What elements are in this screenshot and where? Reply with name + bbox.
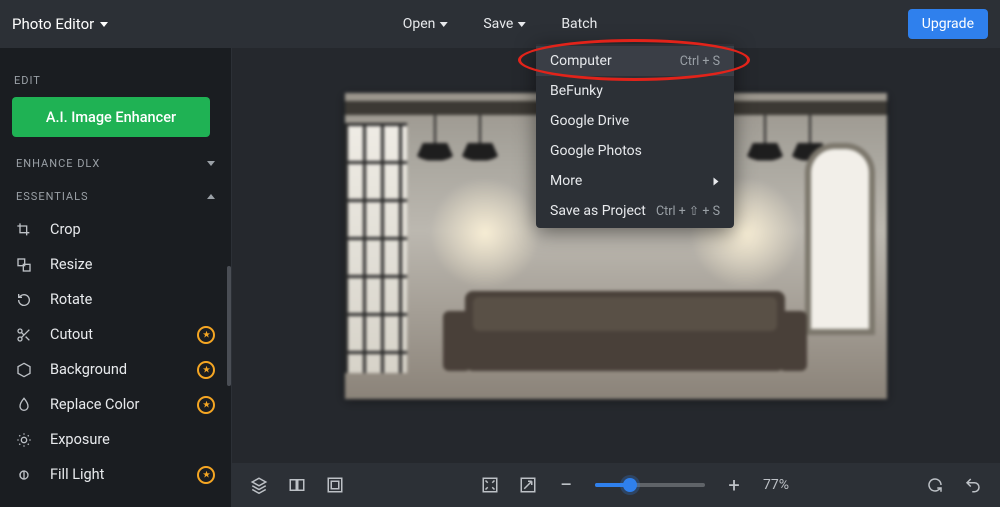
tool-crop-label: Crop — [50, 221, 81, 238]
app-title-text: Photo Editor — [12, 15, 94, 33]
upgrade-button[interactable]: Upgrade — [908, 9, 988, 39]
crop-icon — [16, 222, 36, 238]
half-sun-icon — [16, 467, 36, 483]
section-essentials-label: ESSENTIALS — [16, 190, 89, 203]
premium-star-icon — [197, 326, 215, 344]
scissors-icon — [16, 327, 36, 343]
edit-label: EDIT — [14, 74, 217, 87]
app-title-dropdown[interactable]: Photo Editor — [12, 15, 108, 33]
menu-batch[interactable]: Batch — [561, 16, 597, 32]
tool-resize[interactable]: Resize — [10, 248, 221, 281]
menu-batch-label: Batch — [561, 16, 597, 32]
save-more[interactable]: More — [536, 166, 734, 196]
save-as-project[interactable]: Save as Project Ctrl + ⇧ + S — [536, 196, 734, 226]
sidebar-scrollbar[interactable] — [227, 266, 231, 386]
tool-crop[interactable]: Crop — [10, 213, 221, 246]
section-enhance-label: ENHANCE DLX — [16, 157, 100, 170]
save-computer-label: Computer — [550, 53, 612, 69]
tool-exposure-label: Exposure — [50, 431, 110, 448]
tool-rotate[interactable]: Rotate — [10, 283, 221, 316]
background-icon — [16, 362, 36, 378]
save-gphotos[interactable]: Google Photos — [536, 136, 734, 166]
grid-icon[interactable] — [326, 476, 344, 494]
zoom-slider-thumb[interactable] — [623, 478, 637, 492]
save-as-project-label: Save as Project — [550, 203, 646, 219]
chevron-down-icon — [517, 22, 525, 27]
undo-icon[interactable] — [964, 476, 982, 494]
save-computer[interactable]: Computer Ctrl + S — [536, 46, 734, 76]
resize-icon — [16, 257, 36, 273]
tools-list: Crop Resize Rotate Cutout Background Rep… — [10, 213, 221, 491]
save-befunky[interactable]: BeFunky — [536, 76, 734, 106]
chevron-right-icon — [714, 177, 719, 185]
chevron-down-icon — [207, 161, 215, 166]
save-befunky-label: BeFunky — [550, 83, 603, 99]
zoom-percent: 77% — [763, 477, 789, 493]
zoom-in-button[interactable]: + — [725, 476, 743, 494]
ai-image-enhancer-button[interactable]: A.I. Image Enhancer — [12, 97, 210, 137]
top-bar: Photo Editor Open Save Batch Upgrade — [0, 0, 1000, 48]
save-more-label: More — [550, 173, 582, 189]
menu-save[interactable]: Save — [483, 16, 525, 32]
tool-rotate-label: Rotate — [50, 291, 92, 308]
tool-fill-light[interactable]: Fill Light — [10, 458, 221, 491]
top-menu: Open Save Batch — [403, 16, 598, 32]
save-gdrive-label: Google Drive — [550, 113, 629, 129]
tool-exposure[interactable]: Exposure — [10, 423, 221, 456]
section-essentials[interactable]: ESSENTIALS — [10, 180, 221, 213]
save-as-project-shortcut: Ctrl + ⇧ + S — [656, 203, 720, 219]
sidebar: EDIT A.I. Image Enhancer ENHANCE DLX ESS… — [0, 48, 232, 507]
rotate-icon — [16, 292, 36, 308]
zoom-out-button[interactable]: − — [557, 476, 575, 494]
tool-background-label: Background — [50, 361, 127, 378]
premium-star-icon — [197, 361, 215, 379]
tool-replace-color-label: Replace Color — [50, 396, 139, 413]
zoom-slider[interactable] — [595, 483, 705, 487]
chevron-down-icon — [100, 22, 108, 27]
save-dropdown: Computer Ctrl + S BeFunky Google Drive G… — [536, 44, 734, 228]
tool-background[interactable]: Background — [10, 353, 221, 386]
menu-open[interactable]: Open — [403, 16, 448, 32]
layers-icon[interactable] — [250, 476, 268, 494]
menu-save-label: Save — [483, 16, 513, 32]
fullscreen-icon[interactable] — [519, 476, 537, 494]
tool-cutout-label: Cutout — [50, 326, 93, 343]
premium-star-icon — [197, 396, 215, 414]
save-gdrive[interactable]: Google Drive — [536, 106, 734, 136]
drop-icon — [16, 397, 36, 413]
redo-icon[interactable] — [926, 476, 944, 494]
premium-star-icon — [197, 466, 215, 484]
section-enhance-dlx[interactable]: ENHANCE DLX — [10, 147, 221, 180]
bottom-bar: − + 77% — [232, 463, 1000, 507]
fit-screen-icon[interactable] — [481, 476, 499, 494]
compare-icon[interactable] — [288, 476, 306, 494]
tool-resize-label: Resize — [50, 256, 92, 273]
sun-icon — [16, 432, 36, 448]
save-gphotos-label: Google Photos — [550, 143, 642, 159]
save-computer-shortcut: Ctrl + S — [680, 54, 720, 69]
chevron-up-icon — [207, 194, 215, 199]
chevron-down-icon — [439, 22, 447, 27]
tool-fill-light-label: Fill Light — [50, 466, 104, 483]
menu-open-label: Open — [403, 16, 436, 32]
tool-cutout[interactable]: Cutout — [10, 318, 221, 351]
tool-replace-color[interactable]: Replace Color — [10, 388, 221, 421]
